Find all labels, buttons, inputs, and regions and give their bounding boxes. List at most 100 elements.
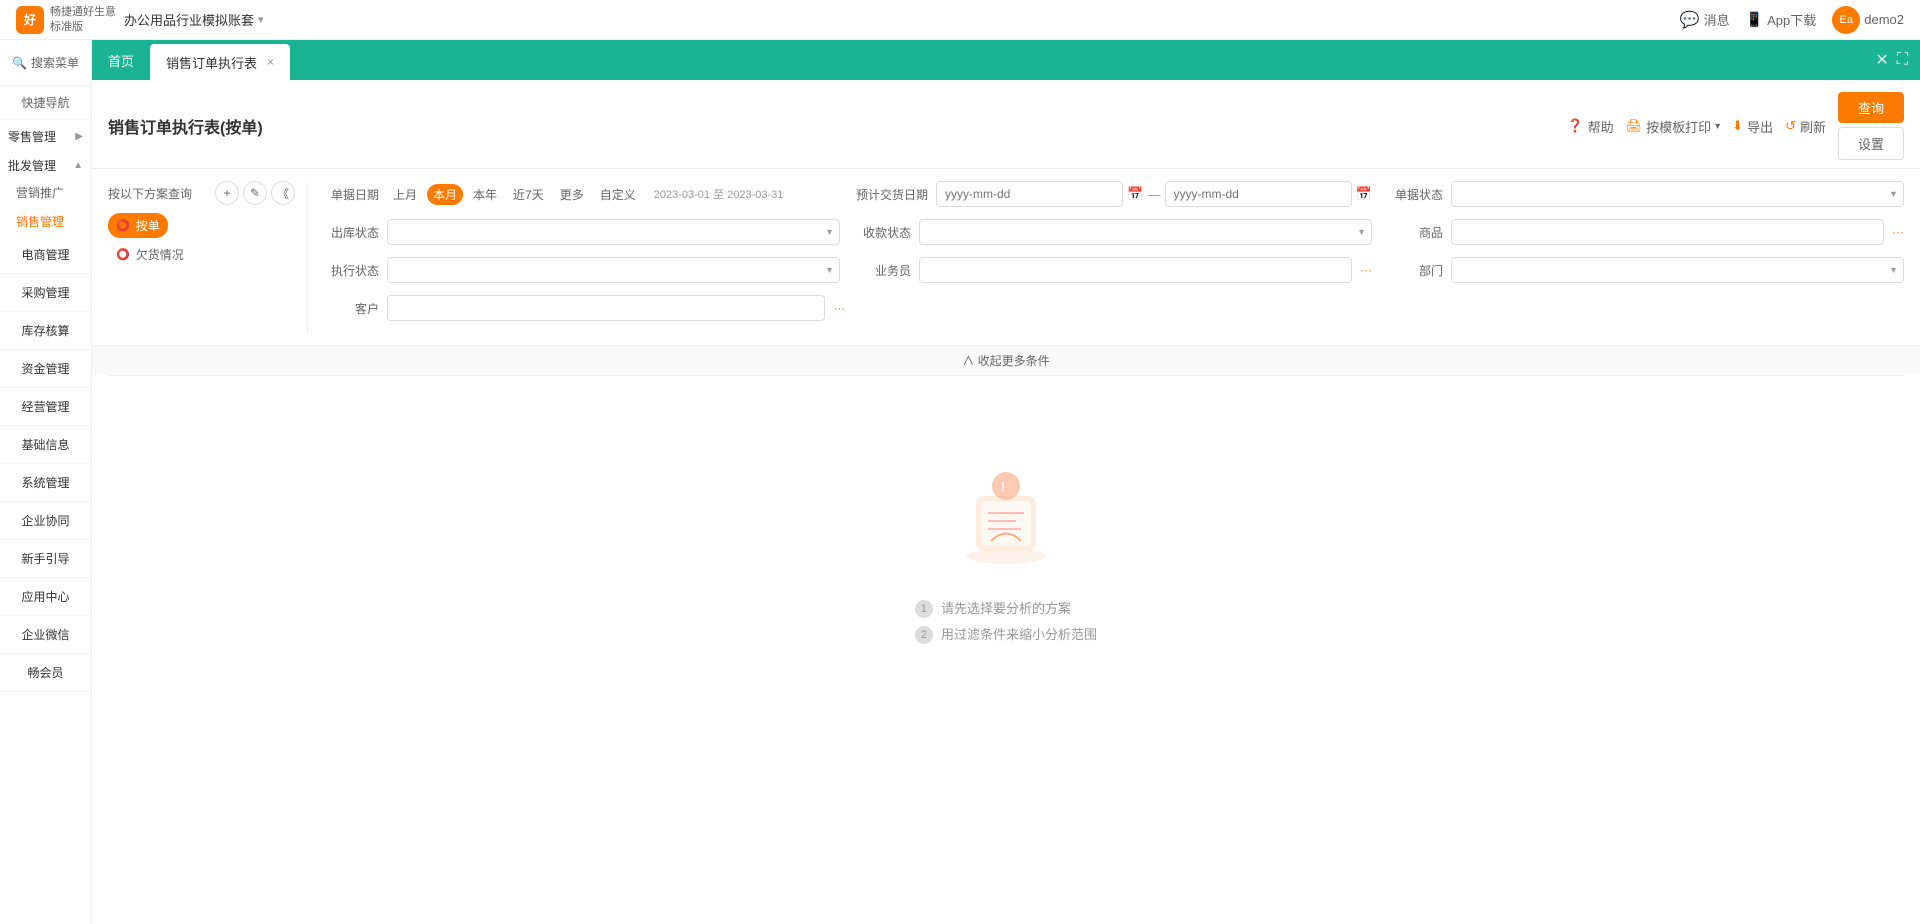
sidebar-item-newbie[interactable]: 新手引导 [0,540,91,578]
date-tab-last-month[interactable]: 上月 [387,184,423,205]
tab-sales-exec[interactable]: 销售订单执行表 × [150,44,290,80]
svg-text:!: ! [1001,478,1005,494]
date-range-text: 2023-03-01 至 2023-03-31 [654,186,784,202]
sidebar-item-app-center[interactable]: 应用中心 [0,578,91,616]
dept-select[interactable] [1451,257,1904,283]
sidebar-item-enterprise[interactable]: 企业协同 [0,502,91,540]
status-select[interactable] [1451,181,1904,207]
export-button[interactable]: ⬇ 导出 [1732,117,1773,136]
search-menu-button[interactable]: 🔍 搜索菜单 [8,48,83,77]
top-bar: 好 畅捷通好生意 标准版 办公用品行业模拟账套 ▾ 💬 消息 📱 App下载 E… [0,0,1920,40]
payment-status-wrapper: ▾ [919,219,1372,245]
page-header-actions: ❓ 帮助 🖨 按模板打印 ▾ ⬇ 导出 ↺ [1567,92,1904,160]
page-content: 销售订单执行表(按单) ❓ 帮助 🖨 按模板打印 ▾ ⬇ [92,80,1920,924]
exec-status-label: 执行状态 [324,262,379,279]
export-icon: ⬇ [1732,118,1743,134]
tab-home[interactable]: 首页 [92,40,150,80]
filter-right-panel: 单据日期 上月 本月 本年 近7天 更多 自定义 2023-03-01 至 20… [308,181,1904,333]
exec-status-select[interactable] [387,257,840,283]
tip-num-2: 2 [915,626,933,644]
date-range-input: 📅 — 📅 [936,181,1372,207]
customer-label: 客户 [324,300,379,317]
scheme-item-single[interactable]: ⭕ 按单 [108,213,168,238]
sidebar-item-base[interactable]: 基础信息 [0,426,91,464]
message-icon: 💬 [1680,10,1700,30]
user-menu[interactable]: Ea demo2 [1832,6,1904,34]
date-separator: — [1148,187,1161,202]
sidebar-item-finance[interactable]: 资金管理 [0,350,91,388]
main-layout: 🔍 搜索菜单 快捷导航 零售管理 ▶ 批发管理 ▲ 营销推广 销售管理 [0,40,1920,924]
sidebar-item-marketing[interactable]: 营销推广 [0,178,91,207]
avatar: Ea [1832,6,1860,34]
sidebar-item-quick-nav[interactable]: 快捷导航 [0,86,91,120]
customer-more-button[interactable]: ··· [833,301,845,315]
sidebar-item-operations[interactable]: 经营管理 [0,388,91,426]
empty-tip-2: 2 用过滤条件来缩小分析范围 [915,622,1097,648]
message-button[interactable]: 💬 消息 [1680,10,1730,30]
sidebar-item-ecommerce[interactable]: 电商管理 [0,236,91,274]
date-tab-7days[interactable]: 近7天 [507,184,550,205]
delivery-status-select[interactable] [387,219,840,245]
sidebar-item-corp-wechat[interactable]: 企业微信 [0,616,91,654]
calendar-icon-right[interactable]: 📅 [1356,186,1372,202]
tab-maximize-button[interactable]: ⛶ [1897,51,1908,69]
tab-close-icon[interactable]: × [267,55,274,69]
scheme-item-receivable[interactable]: ⭕ 欠货情况 [108,242,192,267]
delivery-status-wrapper: ▾ [387,219,840,245]
expected-date-start[interactable] [936,181,1123,207]
sidebar-item-member[interactable]: 畅会员 [0,654,91,692]
app-download-button[interactable]: 📱 App下载 [1746,10,1817,29]
settings-button[interactable]: 设置 [1838,127,1904,160]
tab-minimize-button[interactable]: ✕ [1875,50,1888,70]
top-bar-left: 好 畅捷通好生意 标准版 办公用品行业模拟账套 ▾ [16,5,264,34]
sidebar: 🔍 搜索菜单 快捷导航 零售管理 ▶ 批发管理 ▲ 营销推广 销售管理 [0,40,92,924]
sidebar-item-sales[interactable]: 销售管理 [0,207,91,236]
salesperson-more-button[interactable]: ··· [1360,263,1372,277]
collapse-panel-button[interactable]: 《 [271,181,295,205]
date-tab-custom[interactable]: 自定义 [594,184,642,205]
sidebar-item-inventory[interactable]: 库存核算 [0,312,91,350]
filter-customer: 客户 ··· [324,295,845,321]
customer-input[interactable] [387,295,825,321]
sidebar-item-wholesale[interactable]: 批发管理 ▲ [0,149,91,178]
query-button[interactable]: 查询 [1838,92,1904,123]
salesperson-input[interactable] [919,257,1352,283]
sidebar-item-system[interactable]: 系统管理 [0,464,91,502]
edit-scheme-button[interactable]: ✎ [243,181,267,205]
page-header: 销售订单执行表(按单) ❓ 帮助 🖨 按模板打印 ▾ ⬇ [92,80,1920,169]
sidebar-item-retail[interactable]: 零售管理 ▶ [0,120,91,149]
logo-text: 畅捷通好生意 标准版 [50,5,116,34]
app-selector[interactable]: 办公用品行业模拟账套 ▾ [124,10,264,29]
dept-label: 部门 [1388,262,1443,279]
collapse-bar[interactable]: ∧ 收起更多条件 [92,345,1920,375]
date-tabs: 上月 本月 本年 近7天 更多 自定义 [387,184,642,205]
help-button[interactable]: ❓ 帮助 [1567,117,1613,136]
filter-row-1: 单据日期 上月 本月 本年 近7天 更多 自定义 2023-03-01 至 20… [324,181,1904,207]
date-tab-this-month[interactable]: 本月 [427,184,463,205]
empty-tip-1: 1 请先选择要分析的方案 [915,596,1097,622]
goods-more-button[interactable]: ··· [1892,225,1904,239]
search-icon: 🔍 [12,56,27,70]
filter-expected-date: 预计交货日期 📅 — 📅 [856,181,1372,207]
page-title: 销售订单执行表(按单) [108,114,263,138]
filter-row-2: 出库状态 ▾ 收款状态 [324,219,1904,245]
filter-exec-status: 执行状态 ▾ [324,257,840,283]
filter-scheme-title: 按以下方案查询 + ✎ 《 [108,181,295,205]
goods-input[interactable] [1451,219,1884,245]
print-icon: 🖨 [1626,118,1643,134]
expected-date-end[interactable] [1165,181,1352,207]
calendar-icon-left[interactable]: 📅 [1127,186,1143,202]
sidebar-section-wholesale: 批发管理 ▲ 营销推广 销售管理 [0,149,91,236]
sidebar-item-purchase[interactable]: 采购管理 [0,274,91,312]
add-scheme-button[interactable]: + [215,181,239,205]
empty-illustration: ! [946,456,1066,576]
tab-bar-actions: ✕ ⛶ [1875,50,1920,70]
date-tab-this-year[interactable]: 本年 [467,184,503,205]
date-tab-more[interactable]: 更多 [554,184,590,205]
refresh-button[interactable]: ↺ 刷新 [1785,117,1826,136]
payment-status-select[interactable] [919,219,1372,245]
logo-area: 好 畅捷通好生意 标准版 [16,5,116,34]
chevron-up-icon: ▲ [73,160,83,171]
print-button[interactable]: 🖨 按模板打印 ▾ [1626,117,1721,136]
filter-delivery-status: 出库状态 ▾ [324,219,840,245]
